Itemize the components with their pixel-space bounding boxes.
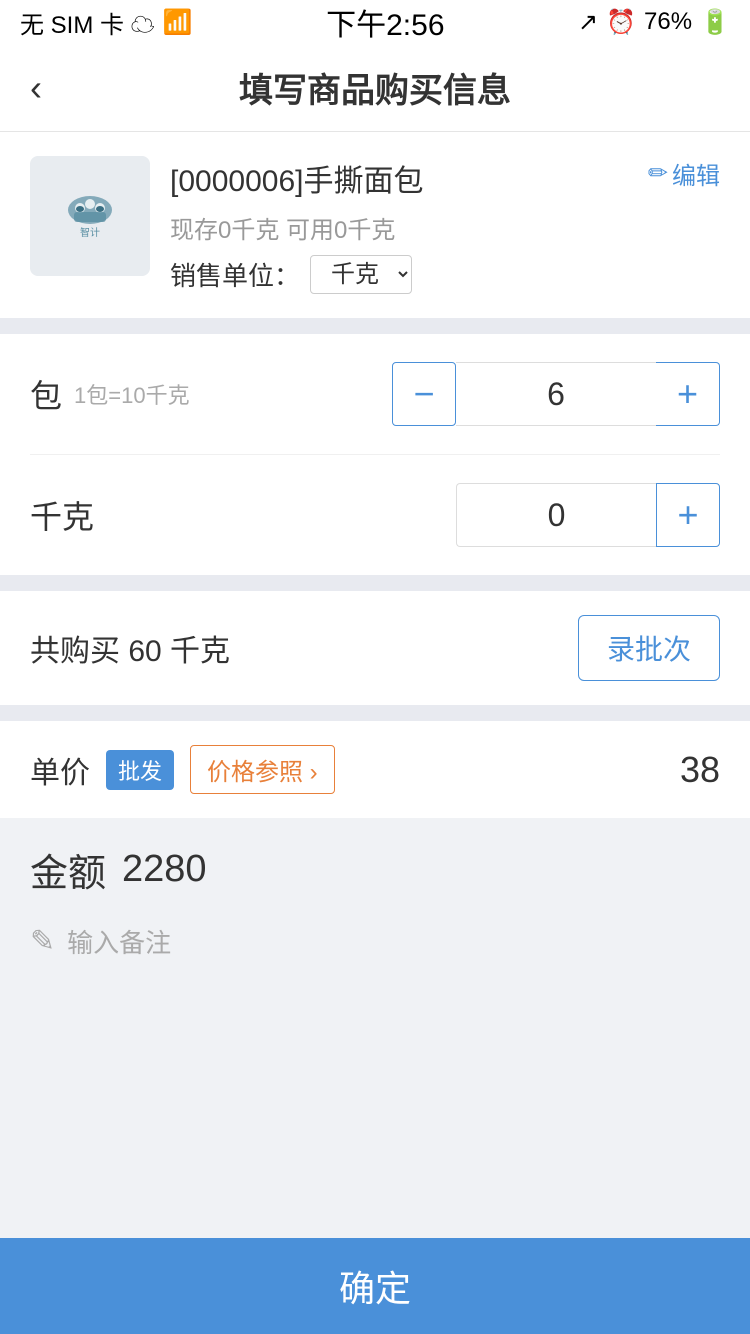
location-icon: ↗ [578,8,598,37]
kg-increase-button[interactable]: + [656,483,720,547]
time-display: 下午2:56 [326,0,444,44]
divider-2 [0,575,750,591]
edit-button[interactable]: ✏ 编辑 [648,156,720,191]
price-ref-button[interactable]: 价格参照 › [190,745,335,794]
kg-row: 千克 + [30,455,720,575]
unit-select[interactable]: 千克 包 [310,255,412,294]
status-bar: 无 SIM 卡 ☁ 📶 下午2:56 ↗ ⏰ 76% 🔋 [0,0,750,44]
pack-decrease-button[interactable]: − [392,362,456,426]
divider-1 [0,318,750,334]
back-icon: ‹ [30,67,42,108]
back-button[interactable]: ‹ [30,67,42,109]
remark-row[interactable]: ✎ 输入备注 [30,913,720,970]
page-title: 填写商品购买信息 [239,63,511,112]
price-badge: 批发 [106,750,174,790]
status-right: ↗ ⏰ 76% 🔋 [578,8,730,37]
battery-icon: 🔋 [700,8,730,37]
confirm-label: 确定 [339,1260,411,1312]
price-ref-label: 价格参照 › [207,752,318,787]
product-name: [0000006]手撕面包 [170,156,720,200]
plus-icon-kg: + [677,494,698,536]
kg-control: + [456,483,720,547]
total-text: 共购买 60 千克 [30,626,230,670]
edit-label: 编辑 [672,156,720,191]
status-left: 无 SIM 卡 ☁ 📶 [20,5,193,40]
nav-bar: ‹ 填写商品购买信息 [0,44,750,132]
svg-text:智计: 智计 [80,226,100,239]
pack-unit: 包 [30,371,62,417]
amount-value: 2280 [122,848,207,891]
pack-control: − + [392,362,720,426]
plus-icon: + [677,373,698,415]
battery-label: 76% [644,8,692,36]
amount-row: 金额 2280 [30,842,720,897]
price-value: 38 [680,749,720,791]
remark-placeholder: 输入备注 [67,923,171,960]
wifi-icon: 📶 [163,8,193,37]
pack-row: 包 1包=10千克 − + [30,334,720,455]
unit-label: 销售单位： [170,256,300,293]
product-image: 智计 [30,156,150,276]
price-section: 单价 批发 价格参照 › 38 [0,721,750,818]
edit-icon: ✏ [648,159,668,188]
pack-hint: 1包=10千克 [74,378,190,410]
kg-unit: 千克 [30,492,94,538]
amount-label: 金额 [30,842,106,897]
pack-quantity-input[interactable] [456,362,656,426]
batch-button[interactable]: 录批次 [578,615,720,681]
input-section: 包 1包=10千克 − + 千克 + [0,334,750,575]
pack-increase-button[interactable]: + [656,362,720,426]
pack-label: 包 1包=10千克 [30,371,190,417]
amount-section: 金额 2280 ✎ 输入备注 [0,818,750,980]
sim-label: 无 SIM 卡 ☁ [20,5,155,40]
price-label: 单价 [30,748,90,792]
product-stock: 现存0千克 可用0千克 [170,210,720,245]
kg-label: 千克 [30,492,94,538]
product-card: 智计 [0000006]手撕面包 现存0千克 可用0千克 销售单位： 千克 包 … [0,132,750,318]
product-unit: 销售单位： 千克 包 [170,255,720,294]
confirm-button[interactable]: 确定 [0,1238,750,1334]
alarm-icon: ⏰ [606,8,636,37]
divider-3 [0,705,750,721]
minus-icon: − [413,373,434,415]
kg-quantity-input[interactable] [456,483,656,547]
product-info: [0000006]手撕面包 现存0千克 可用0千克 销售单位： 千克 包 [170,156,720,294]
pencil-icon: ✎ [30,924,55,959]
total-section: 共购买 60 千克 录批次 [0,591,750,705]
